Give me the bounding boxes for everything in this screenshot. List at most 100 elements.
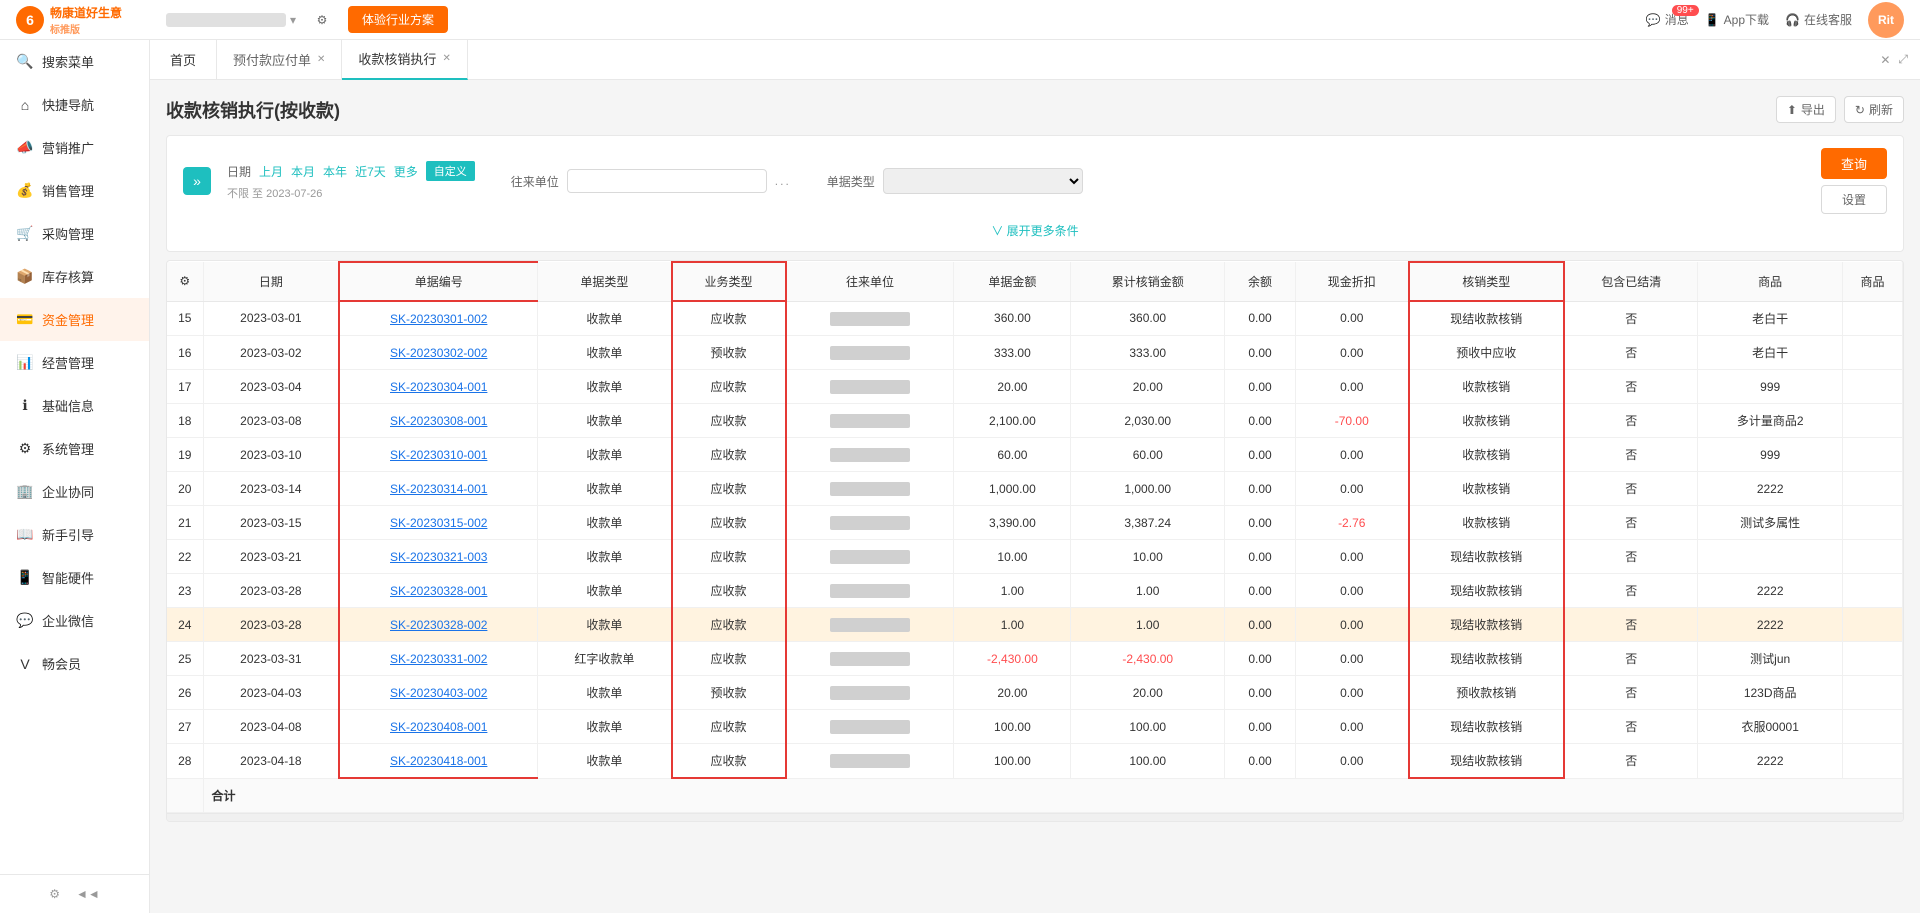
- setting-button[interactable]: 设置: [1821, 185, 1887, 214]
- cell-code[interactable]: SK-20230408-001: [339, 710, 537, 744]
- cell-code[interactable]: SK-20230302-002: [339, 336, 537, 370]
- cell-verify-type: 收款核销: [1409, 404, 1564, 438]
- collapse-icon[interactable]: ◄◄: [72, 883, 104, 905]
- sidebar-item-finance[interactable]: 💳资金管理: [0, 298, 149, 341]
- sidebar-item-shortcut[interactable]: ⌂快捷导航: [0, 83, 149, 126]
- this-year-link[interactable]: 本年: [323, 163, 347, 180]
- refresh-button[interactable]: ↻ 刷新: [1844, 96, 1904, 123]
- code-link[interactable]: SK-20230408-001: [390, 720, 487, 734]
- sidebar-item-purchase[interactable]: 🛒采购管理: [0, 212, 149, 255]
- cell-included: 否: [1564, 608, 1698, 642]
- cell-code[interactable]: SK-20230314-001: [339, 472, 537, 506]
- sidebar-item-sales[interactable]: 💰销售管理: [0, 169, 149, 212]
- partner-input[interactable]: [567, 169, 767, 193]
- tab-prepay[interactable]: 预付款应付单 ✕: [217, 40, 342, 80]
- col-settings[interactable]: ⚙: [167, 262, 203, 301]
- sidebar-item-wechat[interactable]: 💬企业微信: [0, 599, 149, 642]
- tab-home[interactable]: 首页: [150, 40, 217, 80]
- last-7days-link[interactable]: 近7天: [355, 163, 386, 180]
- custom-date-button[interactable]: 自定义: [426, 161, 475, 181]
- sidebar-icon-hardware: 📱: [16, 569, 34, 587]
- sidebar-label-shortcut: 快捷导航: [42, 95, 94, 114]
- code-link[interactable]: SK-20230403-002: [390, 686, 487, 700]
- code-link[interactable]: SK-20230315-002: [390, 516, 487, 530]
- cell-verify-type: 现结收款核销: [1409, 574, 1564, 608]
- sidebar-item-search[interactable]: 🔍搜索菜单: [0, 40, 149, 83]
- cell-code[interactable]: SK-20230301-002: [339, 301, 537, 336]
- code-link[interactable]: SK-20230310-001: [390, 448, 487, 462]
- code-link[interactable]: SK-20230321-003: [390, 550, 487, 564]
- receipt-type-select[interactable]: [883, 168, 1083, 194]
- sidebar-item-hardware[interactable]: 📱智能硬件: [0, 556, 149, 599]
- cell-code[interactable]: SK-20230315-002: [339, 506, 537, 540]
- query-button[interactable]: 查询: [1821, 148, 1887, 179]
- sidebar-item-operations[interactable]: 📊经营管理: [0, 341, 149, 384]
- sidebar-item-marketing[interactable]: 📣营销推广: [0, 126, 149, 169]
- code-link[interactable]: SK-20230328-001: [390, 584, 487, 598]
- sidebar-item-enterprise[interactable]: 🏢企业协同: [0, 470, 149, 513]
- message-badge[interactable]: 💬 消息 99+: [1646, 11, 1689, 28]
- sidebar-item-member[interactable]: V畅会员: [0, 642, 149, 685]
- code-link[interactable]: SK-20230328-002: [390, 618, 487, 632]
- last-month-link[interactable]: 上月: [259, 163, 283, 180]
- cell-balance: 0.00: [1225, 676, 1296, 710]
- cell-code[interactable]: SK-20230418-001: [339, 744, 537, 779]
- cell-code[interactable]: SK-20230328-002: [339, 608, 537, 642]
- export-button[interactable]: ⬆ 导出: [1776, 96, 1836, 123]
- more-date-link[interactable]: 更多: [394, 163, 418, 180]
- code-link[interactable]: SK-20230302-002: [390, 346, 487, 360]
- cell-biz-type: 预收款: [672, 676, 786, 710]
- partner-dots[interactable]: ...: [775, 174, 791, 188]
- cell-code[interactable]: SK-20230304-001: [339, 370, 537, 404]
- online-service-link[interactable]: 🎧在线客服: [1785, 11, 1852, 28]
- sidebar-item-basic[interactable]: ℹ基础信息: [0, 384, 149, 427]
- tab-prepay-close[interactable]: ✕: [317, 54, 325, 65]
- cell-biz-type: 预收款: [672, 336, 786, 370]
- code-link[interactable]: SK-20230331-002: [390, 652, 487, 666]
- cell-verify-amount: 100.00: [1071, 744, 1225, 779]
- cell-goods2: [1843, 642, 1903, 676]
- cell-included: 否: [1564, 574, 1698, 608]
- cell-code[interactable]: SK-20230331-002: [339, 642, 537, 676]
- code-link[interactable]: SK-20230314-001: [390, 482, 487, 496]
- filter-expand-toggle[interactable]: »: [183, 167, 211, 195]
- gear-button[interactable]: ⚙: [308, 6, 336, 34]
- col-amount: 单据金额: [954, 262, 1071, 301]
- sidebar-item-inventory[interactable]: 📦库存核算: [0, 255, 149, 298]
- maximize-icon[interactable]: ⤢: [1898, 52, 1908, 67]
- user-avatar[interactable]: Rit: [1868, 2, 1904, 38]
- settings-icon[interactable]: ⚙: [45, 883, 64, 905]
- code-link[interactable]: SK-20230418-001: [390, 754, 487, 768]
- workspace-dropdown[interactable]: ▾: [166, 13, 296, 27]
- this-month-link[interactable]: 本月: [291, 163, 315, 180]
- code-link[interactable]: SK-20230301-002: [390, 312, 487, 326]
- cell-code[interactable]: SK-20230308-001: [339, 404, 537, 438]
- date-label: 日期: [227, 163, 251, 180]
- tab-collection[interactable]: 收款核销执行 ✕: [342, 40, 467, 80]
- cell-date: 2023-03-28: [203, 574, 339, 608]
- sidebar-item-guide[interactable]: 📖新手引导: [0, 513, 149, 556]
- cell-receipt-type: 收款单: [538, 472, 672, 506]
- column-settings-icon[interactable]: ⚙: [179, 274, 190, 288]
- code-link[interactable]: SK-20230304-001: [390, 380, 487, 394]
- sidebar-item-system[interactable]: ⚙系统管理: [0, 427, 149, 470]
- cell-code[interactable]: SK-20230328-001: [339, 574, 537, 608]
- expand-more-conditions[interactable]: ∨ 展开更多条件: [183, 222, 1887, 239]
- horizontal-scrollbar[interactable]: [167, 813, 1903, 821]
- table-row: 15 2023-03-01 SK-20230301-002 收款单 应收款 36…: [167, 301, 1903, 336]
- cell-balance: 0.00: [1225, 370, 1296, 404]
- cell-code[interactable]: SK-20230321-003: [339, 540, 537, 574]
- sidebar-label-marketing: 营销推广: [42, 138, 94, 157]
- tab-collection-close[interactable]: ✕: [442, 53, 450, 64]
- table-row: 28 2023-04-18 SK-20230418-001 收款单 应收款 10…: [167, 744, 1903, 779]
- cell-cash-discount: 0.00: [1295, 676, 1408, 710]
- cell-date: 2023-03-02: [203, 336, 339, 370]
- app-download-link[interactable]: 📱App下载: [1705, 11, 1769, 28]
- close-all-icon[interactable]: ✕: [1880, 53, 1890, 67]
- industry-solution-button[interactable]: 体验行业方案: [348, 6, 448, 33]
- cell-code[interactable]: SK-20230310-001: [339, 438, 537, 472]
- cell-code[interactable]: SK-20230403-002: [339, 676, 537, 710]
- sidebar-label-basic: 基础信息: [42, 396, 94, 415]
- code-link[interactable]: SK-20230308-001: [390, 414, 487, 428]
- cell-included: 否: [1564, 336, 1698, 370]
